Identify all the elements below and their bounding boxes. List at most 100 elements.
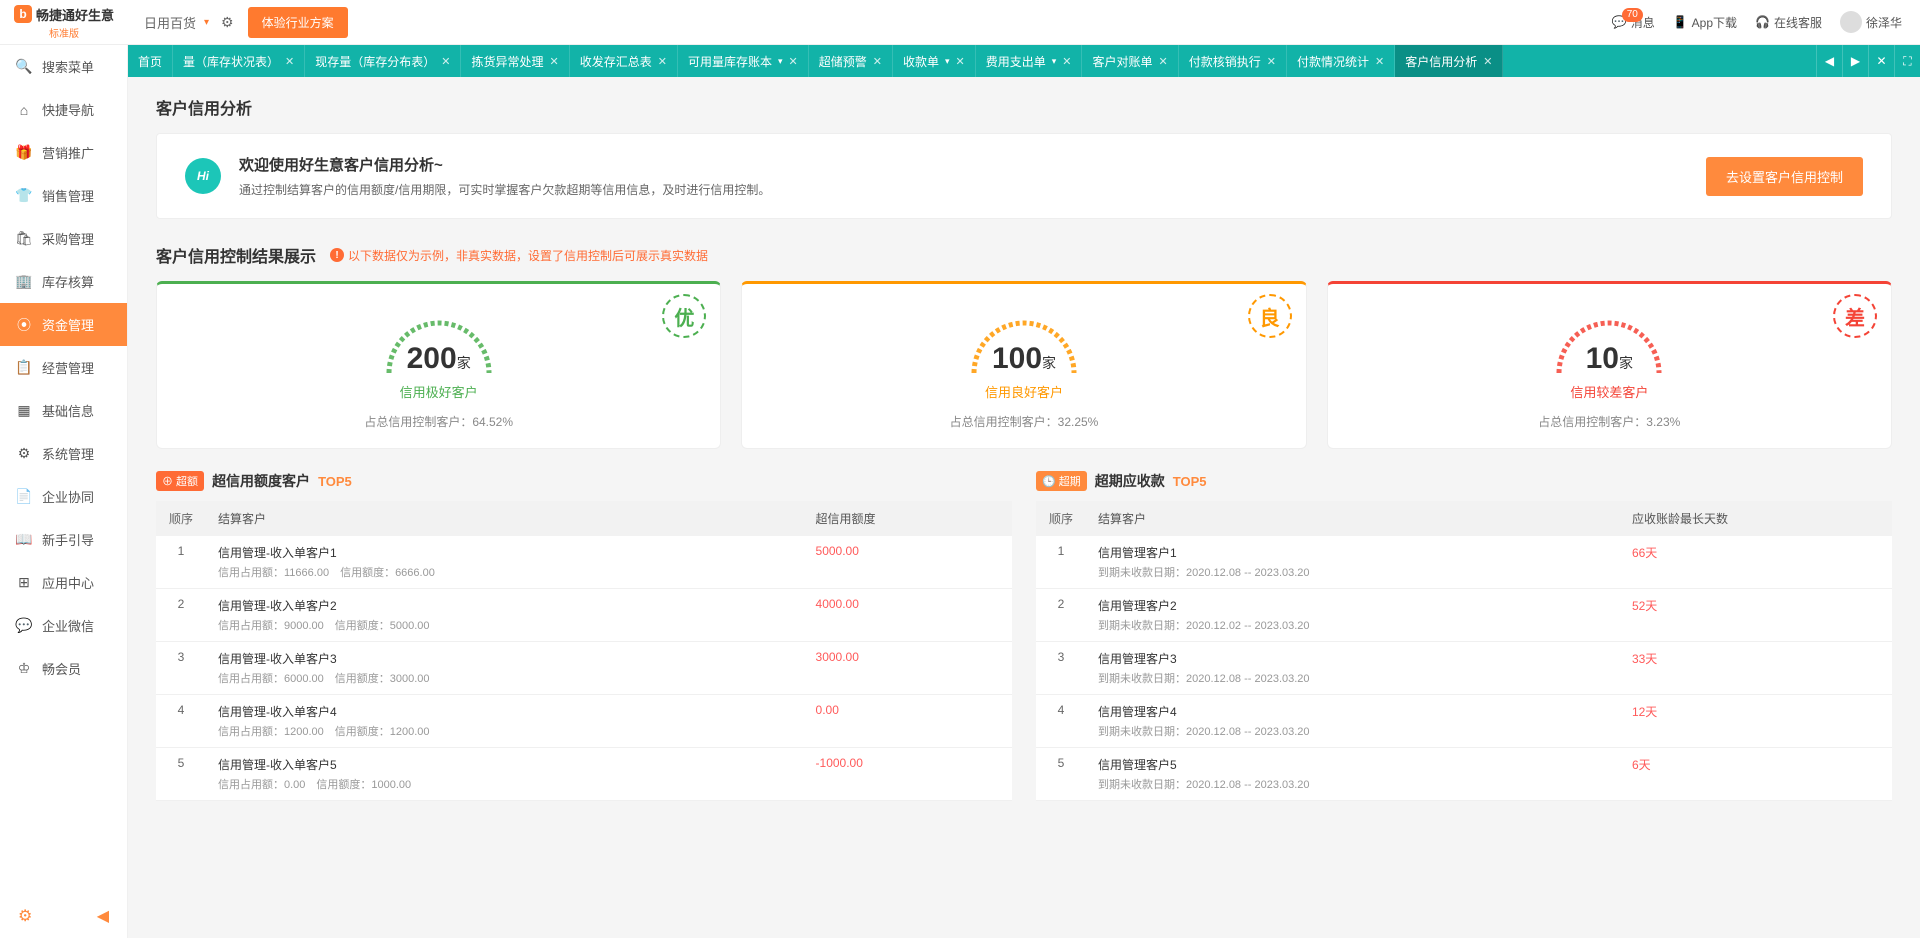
tab-close-icon[interactable]: ✕	[1062, 55, 1071, 68]
tab-11[interactable]: 付款情况统计 ✕	[1287, 45, 1395, 77]
sidebar-item-14[interactable]: ♔畅会员	[0, 647, 127, 690]
tab-10[interactable]: 付款核销执行✕	[1179, 45, 1287, 77]
category-selector[interactable]: 日用百货 ▾	[144, 13, 209, 32]
tabs-fullscreen[interactable]: ⛶	[1894, 45, 1920, 77]
sidebar-item-0[interactable]: 🔍搜索菜单	[0, 45, 127, 88]
sidebar-item-2[interactable]: 🎁营销推广	[0, 131, 127, 174]
table-row[interactable]: 2 信用管理客户2 到期未收款日期：2020.12.02 -- 2023.03.…	[1036, 589, 1892, 642]
tabs-scroll-left[interactable]: ◀	[1816, 45, 1842, 77]
sidebar-item-6[interactable]: ⦿资金管理	[0, 303, 127, 346]
row-days: 66天	[1620, 536, 1892, 589]
experience-button[interactable]: 体验行业方案	[248, 7, 348, 38]
tab-7[interactable]: 收款单▾✕	[893, 45, 976, 77]
user-menu[interactable]: 徐泽华	[1840, 11, 1902, 33]
row-seq: 1	[156, 536, 206, 589]
tab-6[interactable]: 超储预警✕	[809, 45, 893, 77]
table-row[interactable]: 4 信用管理-收入单客户4 信用占用额：1200.00 信用额度：1200.00…	[156, 695, 1012, 748]
sidebar-item-9[interactable]: ⚙系统管理	[0, 432, 127, 475]
tab-4[interactable]: 收发存汇总表✕	[570, 45, 678, 77]
row-customer: 信用管理-收入单客户5 信用占用额：0.00 信用额度：1000.00	[206, 748, 804, 801]
sidebar-item-label: 基础信息	[42, 401, 94, 420]
table-row[interactable]: 4 信用管理客户4 到期未收款日期：2020.12.08 -- 2023.03.…	[1036, 695, 1892, 748]
chevron-down-icon: ▾	[945, 56, 950, 67]
card-percentage: 占总信用控制客户：64.52%	[175, 413, 702, 430]
sidebar: 🔍搜索菜单⌂快捷导航🎁营销推广👕销售管理🛍采购管理🏢库存核算⦿资金管理📋经营管理…	[0, 45, 128, 938]
setup-credit-control-button[interactable]: 去设置客户信用控制	[1706, 157, 1863, 196]
sidebar-item-4[interactable]: 🛍采购管理	[0, 217, 127, 260]
tab-close-icon[interactable]: ✕	[873, 55, 882, 68]
tab-label: 首页	[138, 53, 162, 70]
tab-2[interactable]: 现存量（库存分布表）✕	[305, 45, 461, 77]
sidebar-icon: 🎁	[16, 145, 32, 161]
sidebar-item-8[interactable]: ▦ 基础信息	[0, 389, 127, 432]
row-amount: -1000.00	[804, 748, 1012, 801]
sidebar-collapse-icon[interactable]: ◀	[97, 906, 109, 926]
sidebar-item-11[interactable]: 📖新手引导	[0, 518, 127, 561]
tab-1[interactable]: 量（库存状况表）✕	[173, 45, 305, 77]
table1-top5: TOP5	[318, 474, 352, 489]
table-row[interactable]: 1 信用管理客户1 到期未收款日期：2020.12.08 -- 2023.03.…	[1036, 536, 1892, 589]
welcome-subtitle: 通过控制结算客户的信用额度/信用期限，可实时掌握客户欠款超期等信用信息，及时进行…	[239, 181, 770, 198]
table-row[interactable]: 5 信用管理-收入单客户5 信用占用额：0.00 信用额度：1000.00 -1…	[156, 748, 1012, 801]
sidebar-item-13[interactable]: 💬企业微信	[0, 604, 127, 647]
tab-label: 费用支出单	[986, 53, 1046, 70]
tab-close-icon[interactable]: ✕	[658, 55, 667, 68]
tab-close-icon[interactable]: ✕	[285, 55, 294, 68]
row-days: 52天	[1620, 589, 1892, 642]
table-row[interactable]: 2 信用管理-收入单客户2 信用占用额：9000.00 信用额度：5000.00…	[156, 589, 1012, 642]
sidebar-icon: ▦	[16, 403, 32, 419]
table-row[interactable]: 1 信用管理-收入单客户1 信用占用额：11666.00 信用额度：6666.0…	[156, 536, 1012, 589]
sidebar-item-5[interactable]: 🏢库存核算	[0, 260, 127, 303]
tab-label: 客户对账单	[1092, 53, 1152, 70]
tab-close-icon[interactable]: ✕	[789, 55, 798, 68]
app-download-button[interactable]: 📱 App下载	[1673, 14, 1737, 31]
table-row[interactable]: 3 信用管理-收入单客户3 信用占用额：6000.00 信用额度：3000.00…	[156, 642, 1012, 695]
sidebar-item-label: 采购管理	[42, 229, 94, 248]
tab-8[interactable]: 费用支出单▾✕	[976, 45, 1083, 77]
tabs-close-all[interactable]: ✕	[1868, 45, 1894, 77]
tabs-scroll-right[interactable]: ▶	[1842, 45, 1868, 77]
tab-close-icon[interactable]: ✕	[1267, 55, 1276, 68]
tab-9[interactable]: 客户对账单 ✕	[1082, 45, 1178, 77]
table-row[interactable]: 3 信用管理客户3 到期未收款日期：2020.12.08 -- 2023.03.…	[1036, 642, 1892, 695]
tab-close-icon[interactable]: ✕	[956, 55, 965, 68]
credit-card-poor: 差 10家 信用较差客户 占总信用控制客户：3.23%	[1327, 281, 1892, 449]
sidebar-item-1[interactable]: ⌂快捷导航	[0, 88, 127, 131]
tab-12[interactable]: 客户信用分析 ✕	[1395, 45, 1503, 77]
sidebar-item-3[interactable]: 👕销售管理	[0, 174, 127, 217]
row-amount: 5000.00	[804, 536, 1012, 589]
messages-button[interactable]: 💬 70 消息	[1612, 14, 1655, 31]
tab-5[interactable]: 可用量库存账本▾✕	[678, 45, 809, 77]
tab-label: 客户信用分析	[1405, 53, 1477, 70]
sidebar-item-12[interactable]: ⊞应用中心	[0, 561, 127, 604]
table2-title: 超期应收款	[1095, 471, 1165, 491]
row-customer: 信用管理客户3 到期未收款日期：2020.12.08 -- 2023.03.20	[1086, 642, 1620, 695]
row-seq: 2	[1036, 589, 1086, 642]
tab-close-icon[interactable]: ✕	[550, 55, 559, 68]
sidebar-icon: ⦿	[16, 317, 32, 333]
page-title: 客户信用分析	[156, 95, 1892, 119]
sidebar-item-10[interactable]: 📄企业协同	[0, 475, 127, 518]
tab-close-icon[interactable]: ✕	[1483, 55, 1492, 68]
sidebar-item-7[interactable]: 📋经营管理	[0, 346, 127, 389]
tab-close-icon[interactable]: ✕	[1375, 55, 1384, 68]
sidebar-item-label: 应用中心	[42, 573, 94, 592]
row-seq: 3	[1036, 642, 1086, 695]
online-service-button[interactable]: 🎧 在线客服	[1755, 14, 1822, 31]
card-percentage: 占总信用控制客户：32.25%	[760, 413, 1287, 430]
tab-close-icon[interactable]: ✕	[1159, 55, 1168, 68]
tab-0[interactable]: 首页	[128, 45, 173, 77]
row-customer: 信用管理客户2 到期未收款日期：2020.12.02 -- 2023.03.20	[1086, 589, 1620, 642]
settings-gear-icon[interactable]: ⚙	[221, 14, 234, 31]
overdue-badge: 🕒 超期	[1036, 471, 1087, 491]
sidebar-settings-icon[interactable]: ⚙	[18, 906, 32, 926]
tab-close-icon[interactable]: ✕	[441, 55, 450, 68]
sidebar-item-label: 销售管理	[42, 186, 94, 205]
card-count: 10家	[1346, 342, 1873, 376]
table2-col-1: 结算客户	[1086, 501, 1620, 536]
tab-label: 付款情况统计	[1297, 53, 1369, 70]
tab-3[interactable]: 拣货异常处理✕	[461, 45, 569, 77]
table-row[interactable]: 5 信用管理客户5 到期未收款日期：2020.12.08 -- 2023.03.…	[1036, 748, 1892, 801]
welcome-card: Hi 欢迎使用好生意客户信用分析~ 通过控制结算客户的信用额度/信用期限，可实时…	[156, 133, 1892, 219]
chevron-down-icon: ▾	[778, 56, 783, 67]
